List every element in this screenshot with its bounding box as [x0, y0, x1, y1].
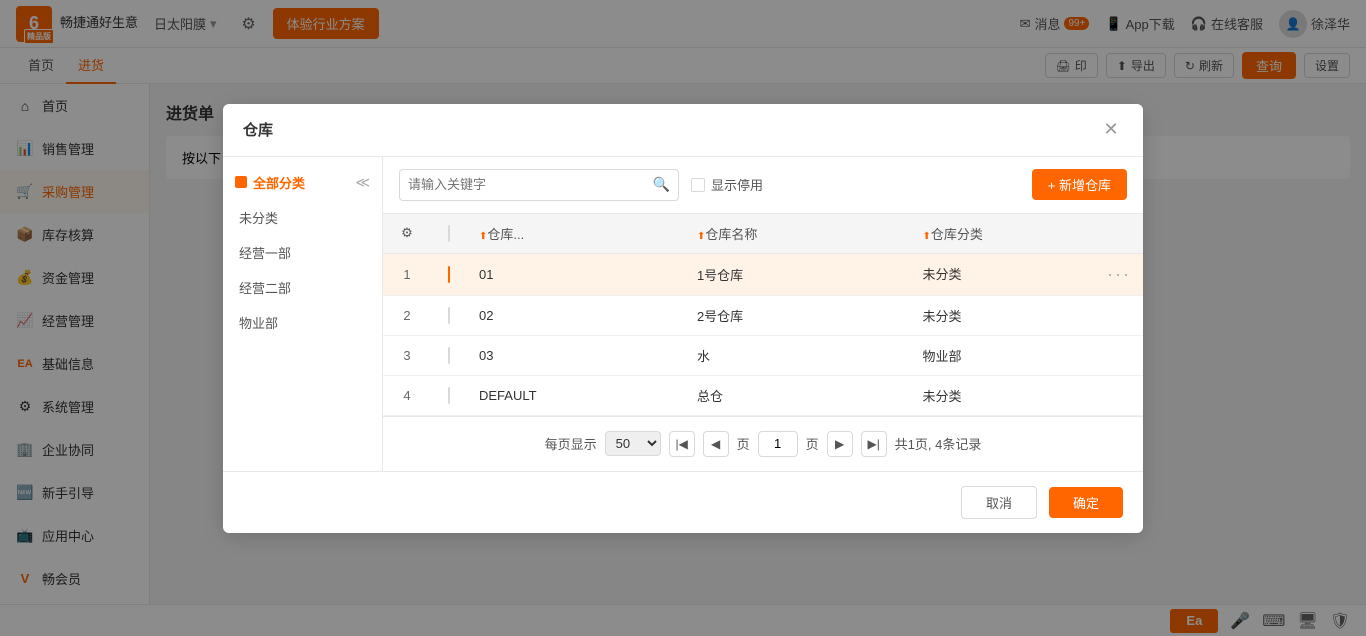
row-category: 未分类: [911, 375, 1144, 415]
warehouse-table: ⚙ ⬆仓库... ⬆仓库名称: [383, 214, 1143, 416]
modal-footer: 取消 确定: [223, 471, 1143, 533]
row-no-cell: 3: [383, 335, 431, 375]
row-checkbox[interactable]: [448, 266, 450, 283]
table-row[interactable]: 4 DEFAULT 总仓 未分类: [383, 375, 1143, 415]
last-page-button[interactable]: ▶|: [861, 431, 887, 457]
add-warehouse-button[interactable]: + 新增仓库: [1032, 169, 1127, 200]
sort-category-icon: ⬆: [923, 231, 931, 242]
row-checkbox-cell: [431, 375, 467, 415]
table-row[interactable]: 3 03 水 物业部: [383, 335, 1143, 375]
row-no-cell: 4: [383, 375, 431, 415]
modal-overlay: 仓库 ✕ 全部分类 ≪ 未分类 经营一部 经营二部 物业部: [0, 0, 1366, 636]
row-checkbox[interactable]: [448, 307, 450, 324]
modal-body: 全部分类 ≪ 未分类 经营一部 经营二部 物业部 🔍: [223, 157, 1143, 471]
next-page-button[interactable]: ▶: [827, 431, 853, 457]
collapse-icon[interactable]: ≪: [355, 174, 370, 191]
page-size-select[interactable]: 50 20 100: [605, 431, 661, 456]
row-code: 02: [467, 295, 685, 335]
table-row[interactable]: 1 01 1号仓库 未分类 ···: [383, 253, 1143, 295]
first-page-button[interactable]: |◀: [669, 431, 695, 457]
sidebar-category-property[interactable]: 物业部: [223, 305, 382, 340]
table-header-row: ⚙ ⬆仓库... ⬆仓库名称: [383, 214, 1143, 254]
search-field[interactable]: 🔍: [399, 169, 679, 201]
row-no-cell: 2: [383, 295, 431, 335]
sidebar-category-ops1[interactable]: 经营一部: [223, 235, 382, 270]
row-name: 2号仓库: [685, 295, 911, 335]
row-checkbox-cell: [431, 295, 467, 335]
row-checkbox-cell: [431, 253, 467, 295]
row-code: 01: [467, 253, 685, 295]
cancel-button[interactable]: 取消: [961, 486, 1037, 519]
modal-sidebar: 全部分类 ≪ 未分类 经营一部 经营二部 物业部: [223, 157, 383, 471]
row-name: 总仓: [685, 375, 911, 415]
modal-title: 仓库: [243, 119, 273, 140]
th-category: ⬆仓库分类: [911, 214, 1144, 254]
row-checkbox[interactable]: [448, 347, 450, 364]
row-code: DEFAULT: [467, 375, 685, 415]
modal-header: 仓库 ✕: [223, 104, 1143, 157]
show-disabled-checkbox[interactable]: [691, 178, 705, 192]
search-icon: 🔍: [653, 176, 670, 193]
th-setting: ⚙: [383, 214, 431, 254]
th-name: ⬆仓库名称: [685, 214, 911, 254]
row-checkbox[interactable]: [448, 387, 450, 404]
modal-content: 🔍 显示停用 + 新增仓库 ⚙: [383, 157, 1143, 471]
close-icon[interactable]: ✕: [1099, 118, 1123, 142]
confirm-button[interactable]: 确定: [1049, 487, 1123, 518]
search-input[interactable]: [408, 177, 647, 192]
show-disabled-toggle[interactable]: 显示停用: [691, 175, 763, 194]
pagination: 每页显示 50 20 100 |◀ ◀ 页 页 ▶ ▶| 共1页, 4条记录: [383, 416, 1143, 471]
row-checkbox-cell: [431, 335, 467, 375]
row-category: 物业部: [911, 335, 1144, 375]
sort-icon: ⬆: [479, 231, 487, 242]
row-category: 未分类: [911, 295, 1144, 335]
row-name: 1号仓库: [685, 253, 911, 295]
prev-page-button[interactable]: ◀: [703, 431, 729, 457]
row-category: 未分类 ···: [911, 253, 1144, 295]
sort-name-icon: ⬆: [697, 231, 705, 242]
row-code: 03: [467, 335, 685, 375]
modal-toolbar: 🔍 显示停用 + 新增仓库: [383, 157, 1143, 214]
select-all-checkbox[interactable]: [448, 225, 450, 242]
warehouse-modal: 仓库 ✕ 全部分类 ≪ 未分类 经营一部 经营二部 物业部: [223, 104, 1143, 533]
page-number-input[interactable]: [758, 431, 798, 457]
modal-sidebar-title: 全部分类: [235, 173, 305, 192]
row-name: 水: [685, 335, 911, 375]
th-code: ⬆仓库...: [467, 214, 685, 254]
row-no-cell: 1: [383, 253, 431, 295]
modal-sidebar-header: 全部分类 ≪: [223, 169, 382, 200]
category-icon: [235, 176, 247, 188]
more-dots-icon[interactable]: ···: [1107, 264, 1131, 285]
sidebar-category-unclassified[interactable]: 未分类: [223, 200, 382, 235]
th-check: [431, 214, 467, 254]
sidebar-category-ops2[interactable]: 经营二部: [223, 270, 382, 305]
table-row[interactable]: 2 02 2号仓库 未分类: [383, 295, 1143, 335]
